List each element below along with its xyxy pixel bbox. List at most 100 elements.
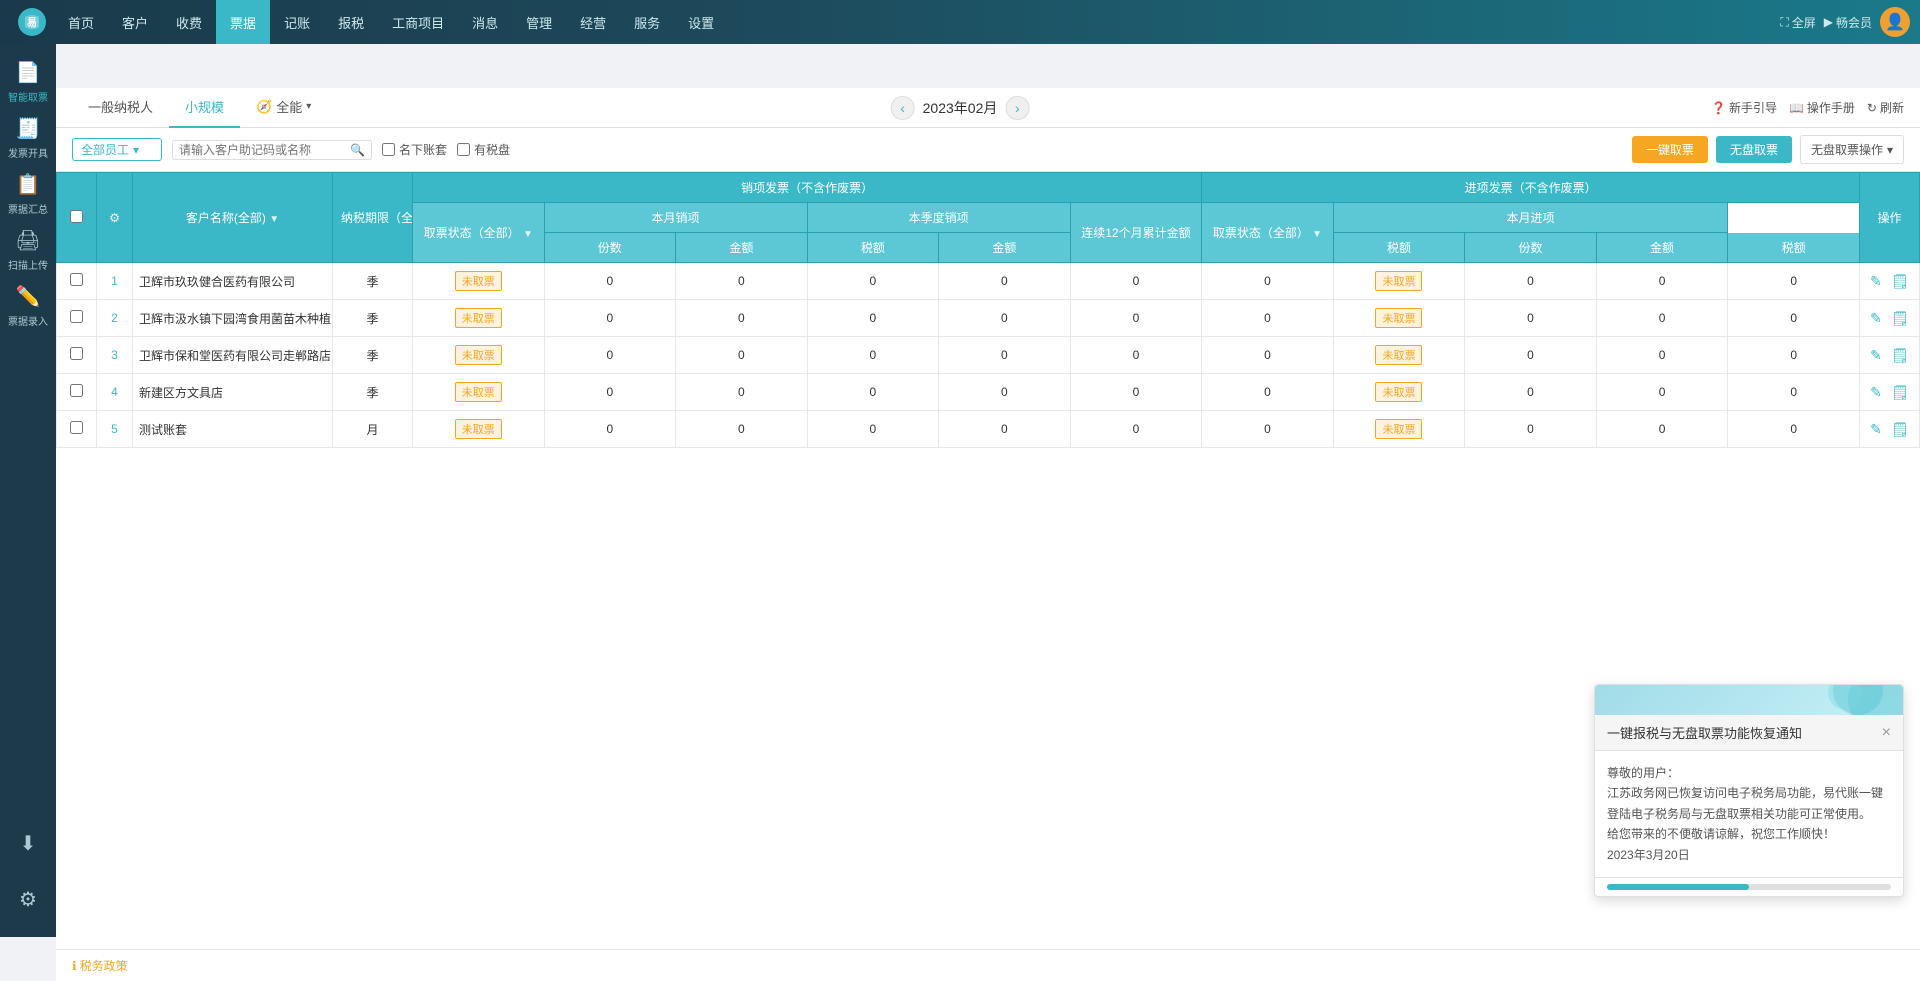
sidebar-download[interactable]: ⬇	[0, 815, 56, 871]
edit-action-icon[interactable]: ✎	[1870, 273, 1882, 289]
tax-period-header: 纳税期限（全部） ▼	[333, 173, 413, 263]
column-settings-icon[interactable]: ⚙	[109, 211, 120, 225]
new-guide-button[interactable]: ❓ 新手引导	[1711, 99, 1777, 116]
tab-all-capable[interactable]: 🧭 全能 ▾	[240, 88, 327, 128]
cumulative12-cell: 0	[1202, 411, 1334, 448]
nav-tax[interactable]: 报税	[324, 0, 378, 44]
sales-fetch-status-header: 取票状态（全部） ▼	[413, 203, 545, 263]
sidebar-item-invoice-entry[interactable]: ✏️ 票据录入	[0, 278, 56, 334]
view-action-icon[interactable]: 🗒	[1891, 273, 1909, 289]
cumulative12-link[interactable]: 0	[1264, 311, 1271, 325]
table-row: 5 测试账套 月 未取票 0 0 0 0 0 0 未取票 0 0 0 ✎ 🗒	[57, 411, 1920, 448]
sidebar-item-invoice-summary[interactable]: 📋 票据汇总	[0, 166, 56, 222]
sales-quarter-amount-link[interactable]: 0	[1001, 274, 1008, 288]
employee-select[interactable]: 全部员工 ▾	[72, 138, 162, 161]
no-disk-actions-button[interactable]: 无盘取票操作 ▾	[1800, 135, 1904, 164]
cumulative12-link[interactable]: 0	[1264, 274, 1271, 288]
select-all-checkbox[interactable]	[70, 210, 83, 223]
account-label: 名下账套	[399, 141, 447, 158]
employee-select-label: 全部员工	[81, 141, 129, 158]
sidebar-item-issue-invoice[interactable]: 🧾 发票开具	[0, 110, 56, 166]
tab-small-scale[interactable]: 小规模	[169, 88, 240, 128]
nav-manage[interactable]: 管理	[512, 0, 566, 44]
cumulative12-link[interactable]: 0	[1264, 422, 1271, 436]
sales-fetch-status-cell: 未取票	[413, 337, 545, 374]
account-checkbox[interactable]	[382, 143, 395, 156]
refresh-button[interactable]: ↻ 刷新	[1867, 99, 1904, 116]
sidebar-item-smart-fetch[interactable]: 📄 智能取票	[0, 54, 56, 110]
sales-quarter-amount-link[interactable]: 0	[1001, 311, 1008, 325]
one-click-fetch-button[interactable]: 一键取票	[1632, 136, 1708, 163]
search-icon[interactable]: 🔍	[350, 143, 365, 157]
row-checkbox[interactable]	[70, 347, 83, 360]
select-all-header	[57, 173, 97, 263]
invoice-summary-label: 票据汇总	[8, 201, 48, 216]
nav-client[interactable]: 客户	[108, 0, 162, 44]
cumulative12-link[interactable]: 0	[1264, 385, 1271, 399]
row-checkbox[interactable]	[70, 421, 83, 434]
view-action-icon[interactable]: 🗒	[1891, 347, 1909, 363]
nav-home[interactable]: 首页	[54, 0, 108, 44]
nav-business[interactable]: 工商项目	[378, 0, 458, 44]
purchase-fetch-filter-icon[interactable]: ▼	[1312, 229, 1322, 240]
sidebar-item-scan-upload[interactable]: 🖨 扫描上传	[0, 222, 56, 278]
row-checkbox[interactable]	[70, 310, 83, 323]
taxdisk-checkbox[interactable]	[457, 143, 470, 156]
fullscreen-button[interactable]: ⛶ 全屏	[1780, 14, 1815, 31]
edit-action-icon[interactable]: ✎	[1870, 421, 1882, 437]
client-name-cell: 新建区方文具店	[133, 374, 333, 411]
tax-period-cell: 季	[333, 263, 413, 300]
manual-button[interactable]: 📖 操作手册	[1789, 99, 1855, 116]
next-period-button[interactable]: ›	[1005, 96, 1029, 120]
notification-greeting: 尊敬的用户：	[1607, 763, 1891, 783]
nav-message[interactable]: 消息	[458, 0, 512, 44]
sales-fetch-filter-icon[interactable]: ▼	[523, 229, 533, 240]
no-disk-fetch-button[interactable]: 无盘取票	[1716, 136, 1792, 163]
tab-general-taxpayer[interactable]: 一般纳税人	[72, 88, 169, 128]
sales-quarter-amount-link[interactable]: 0	[1001, 348, 1008, 362]
cumulative12-header: 连续12个月累计金额	[1070, 203, 1202, 263]
notification-scrollbar[interactable]	[1595, 877, 1903, 896]
nav-operation[interactable]: 经营	[566, 0, 620, 44]
nav-fee[interactable]: 收费	[162, 0, 216, 44]
nav-settings[interactable]: 设置	[674, 0, 728, 44]
dropdown-arrow-icon: ▾	[1887, 143, 1893, 157]
notification-close-button[interactable]: ×	[1882, 724, 1891, 742]
edit-action-icon[interactable]: ✎	[1870, 384, 1882, 400]
view-action-icon[interactable]: 🗒	[1891, 310, 1909, 326]
user-avatar[interactable]: 👤	[1880, 7, 1910, 37]
purchase-month-count-cell: 0	[1465, 411, 1597, 448]
cumulative12-link[interactable]: 0	[1264, 348, 1271, 362]
sales-quarter-tax-header: 税额	[1333, 233, 1465, 263]
prev-period-button[interactable]: ‹	[891, 96, 915, 120]
sales-month-count-cell: 0	[544, 374, 676, 411]
checkbox-taxdisk[interactable]: 有税盘	[457, 141, 510, 158]
client-name-header: 客户名称(全部) ▼	[133, 173, 333, 263]
client-name-cell: 测试账套	[133, 411, 333, 448]
nav-invoice[interactable]: 票据	[216, 0, 270, 44]
tax-policy-link[interactable]: ℹ 税务政策	[72, 957, 128, 974]
vip-button[interactable]: ▶ 畅会员	[1824, 14, 1872, 31]
view-action-icon[interactable]: 🗒	[1891, 421, 1909, 437]
scroll-thumb	[1607, 884, 1749, 890]
sales-quarter-tax-cell: 0	[1070, 411, 1202, 448]
row-checkbox[interactable]	[70, 273, 83, 286]
notification-header: 一键报税与无盘取票功能恢复通知 ×	[1595, 715, 1903, 751]
nav-service[interactable]: 服务	[620, 0, 674, 44]
search-input[interactable]	[179, 143, 346, 157]
client-filter-icon[interactable]: ▼	[269, 214, 279, 225]
sales-month-amount-header: 金额	[676, 233, 808, 263]
app-logo[interactable]: 易	[10, 0, 54, 44]
tab-all-capable-label: 全能	[276, 97, 302, 116]
nav-bookkeeping[interactable]: 记账	[270, 0, 324, 44]
sidebar-settings[interactable]: ⚙	[0, 871, 56, 927]
checkbox-account[interactable]: 名下账套	[382, 141, 447, 158]
edit-action-icon[interactable]: ✎	[1870, 347, 1882, 363]
purchase-month-amount-cell: 0	[1596, 337, 1728, 374]
sales-month-count-cell: 0	[544, 263, 676, 300]
edit-action-icon[interactable]: ✎	[1870, 310, 1882, 326]
view-action-icon[interactable]: 🗒	[1891, 384, 1909, 400]
sales-quarter-amount-link[interactable]: 0	[1001, 422, 1008, 436]
row-checkbox[interactable]	[70, 384, 83, 397]
sales-quarter-amount-link[interactable]: 0	[1001, 385, 1008, 399]
